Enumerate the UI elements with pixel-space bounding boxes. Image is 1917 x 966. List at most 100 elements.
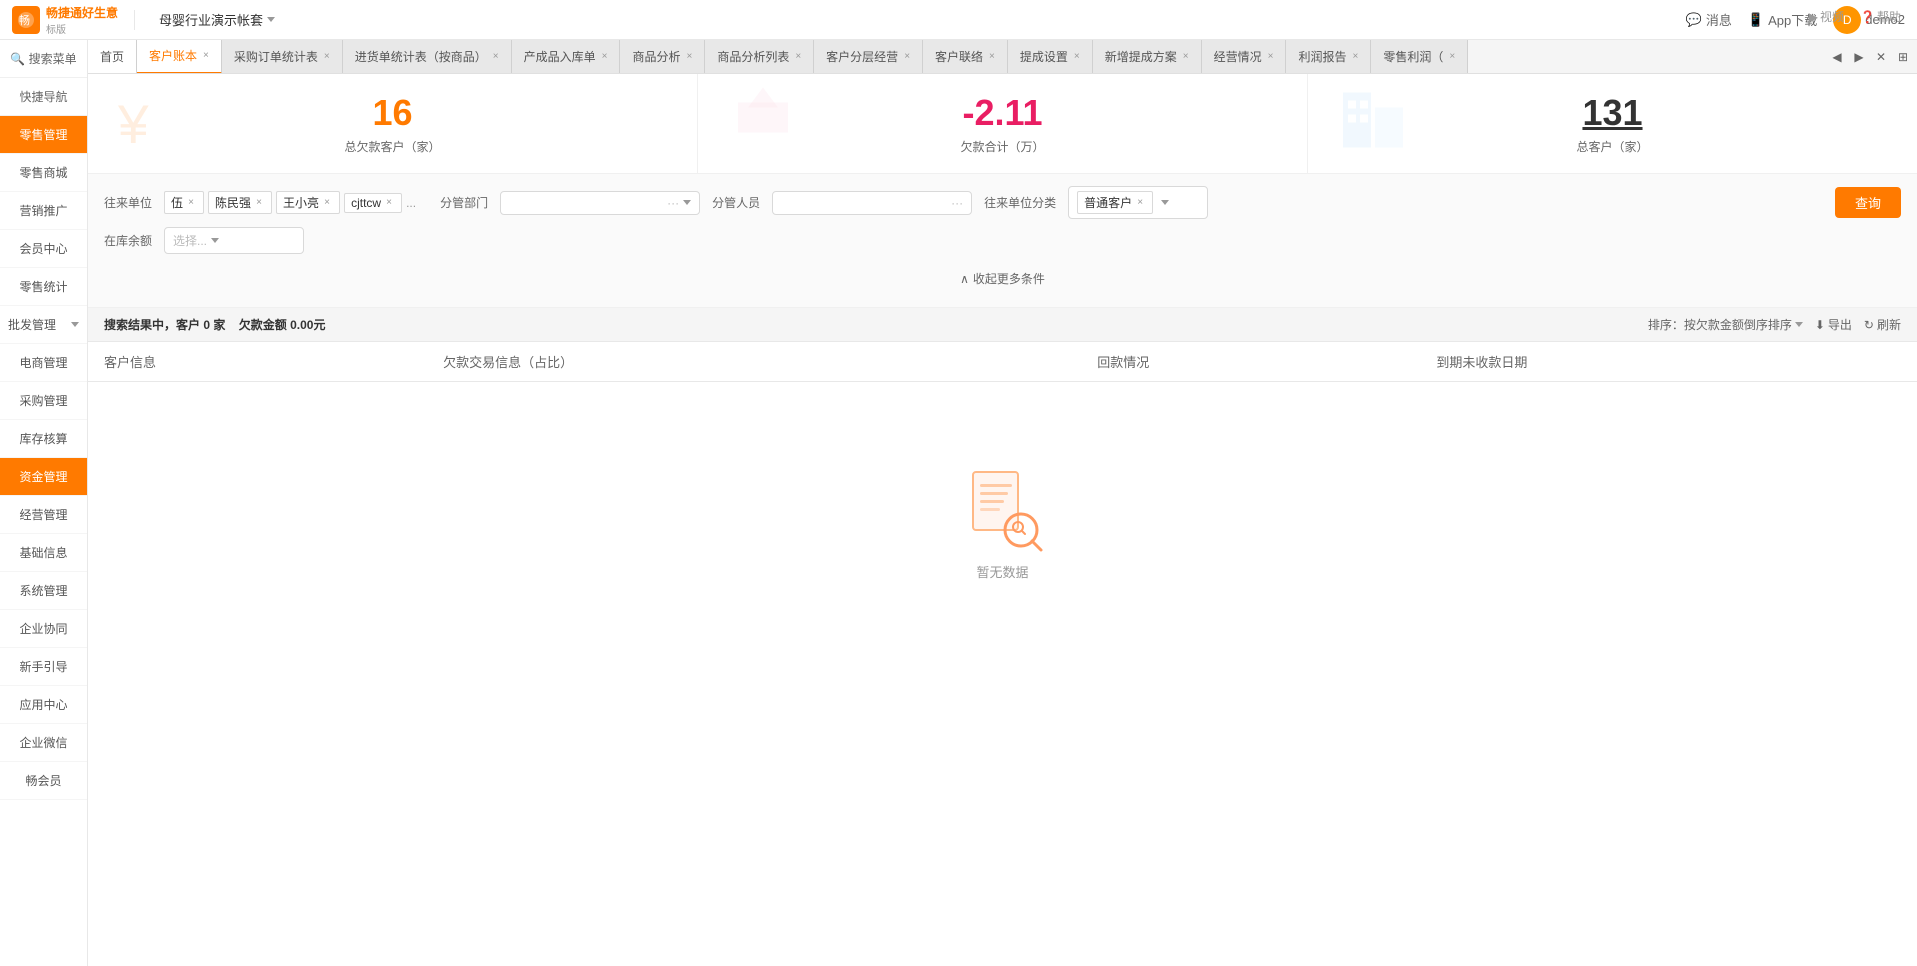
message-btn[interactable]: 💬 消息 [1686,10,1732,29]
filter-dept-select[interactable]: ··· [500,191,700,215]
sidebar-item-member-label: 会员中心 [0,230,87,267]
sidebar-search[interactable]: 🔍 搜索菜单 [0,40,87,78]
filter-tag-wang-label: 王小亮 [283,194,319,211]
collapse-btn[interactable]: ∧ 收起更多条件 [104,266,1901,291]
filter-label-dept: 分管部门 [440,194,488,211]
sidebar-item-vip[interactable]: 畅会员 [0,762,87,800]
app-download-btn[interactable]: 📱 App下载 [1748,10,1817,29]
tab-close-customer-account[interactable]: × [203,50,209,61]
filter-balance-select[interactable]: 选择... [164,227,304,254]
tab-prev-btn[interactable]: ◀ [1827,47,1847,67]
tab-purchase-order-stats[interactable]: 采购订单统计表 × [222,40,343,74]
tab-product-analysis-list[interactable]: 商品分析列表 × [705,40,814,74]
col-due-date: 到期未收款日期 [1420,342,1917,382]
filter-tag-wang-close[interactable]: × [321,197,333,209]
tab-customer-account-label: 客户账本 [149,47,197,64]
sidebar-item-wholesale[interactable]: 批发管理 [0,306,87,344]
tab-close-customer-contact[interactable]: × [989,51,995,62]
sort-selector[interactable]: 排序：按欠款金额倒序排序 [1648,316,1803,333]
sidebar-item-inventory[interactable]: 库存核算 [0,420,87,458]
filter-tag-wu[interactable]: 伍 × [164,191,204,214]
workspace-selector[interactable]: 母婴行业演示帐套 [151,6,283,33]
filter-tag-cjttcw-close[interactable]: × [383,197,395,209]
tab-product-analysis-label: 商品分析 [632,48,680,65]
filter-tag-wu-close[interactable]: × [185,197,197,209]
filter-unit-type-close[interactable]: × [1134,197,1146,209]
sidebar-item-retail-stats[interactable]: 零售统计 [0,268,87,306]
tab-close-cost-inbound[interactable]: × [602,51,608,62]
tab-close-purchase-stats[interactable]: × [493,51,499,62]
tab-purchase-stats-by-product[interactable]: 进货单统计表（按商品） × [343,40,512,74]
sidebar-item-retail-mall[interactable]: 零售商城 [0,154,87,192]
tab-close-new-prompt-plan[interactable]: × [1183,51,1189,62]
tab-purchase-stats-label: 进货单统计表（按商品） [355,48,487,65]
stat-value-total-customers[interactable]: 131 [1582,92,1642,134]
filter-tag-cjttcw[interactable]: cjttcw × [344,193,402,213]
tab-close-prompt-settings[interactable]: × [1074,51,1080,62]
refresh-icon: ↻ [1864,318,1874,332]
tab-prompt-settings[interactable]: 提成设置 × [1008,40,1093,74]
tab-close-all-btn[interactable]: ✕ [1871,47,1891,67]
sidebar-item-capital[interactable]: 资金管理 [0,458,87,496]
filter-unit-type-tag[interactable]: 普通客户 × [1077,191,1153,214]
tab-close-product-analysis[interactable]: × [686,51,692,62]
sidebar-item-purchase[interactable]: 采购管理 [0,382,87,420]
filter-person-select[interactable]: ··· [772,191,972,215]
filter-label-person: 分管人员 [712,194,760,211]
tab-next-btn[interactable]: ▶ [1849,47,1869,67]
sidebar-item-ecommerce-label: 电商管理 [0,344,87,381]
tab-retail-profit[interactable]: 零售利润（ × [1371,40,1468,74]
filter-label-unit-type: 往来单位分类 [984,194,1056,211]
tab-operations[interactable]: 经营情况 × [1202,40,1287,74]
tab-close-retail-profit[interactable]: × [1449,51,1455,62]
search-label: 搜索菜单 [29,52,77,66]
message-icon: 💬 [1686,12,1702,28]
sidebar-item-enterprise-wechat-label: 企业微信 [0,724,87,761]
filter-tag-chen[interactable]: 陈民强 × [208,191,272,214]
search-text: 搜索结果中，客户 [104,318,200,332]
sidebar-item-basic-info[interactable]: 基础信息 [0,534,87,572]
sidebar-item-marketing[interactable]: 营销推广 [0,192,87,230]
sidebar-item-newbie[interactable]: 新手引导 [0,648,87,686]
filter-tag-wu-label: 伍 [171,194,183,211]
query-button[interactable]: 查询 [1835,187,1901,218]
tab-profit-report[interactable]: 利润报告 × [1286,40,1371,74]
filter-unit-type-select[interactable]: 普通客户 × [1068,186,1208,219]
logo-icon: 畅 [12,6,40,34]
sidebar-quick-nav[interactable]: 快捷导航 [0,78,87,116]
main-layout: 🔍 搜索菜单 快捷导航 零售管理 零售商城 营销推广 会员中心 零售统计 批发管… [0,40,1917,966]
tab-maximize-btn[interactable]: ⊞ [1893,47,1913,67]
tab-close-operations[interactable]: × [1268,51,1274,62]
tab-close-product-analysis-list[interactable]: × [795,51,801,62]
tab-close-customer-segment[interactable]: × [904,51,910,62]
stat-item-overdue: -2.11 欠款合计（万） [698,74,1308,173]
results-actions: 排序：按欠款金额倒序排序 ⬇ 导出 ↻ 刷新 [1648,316,1901,333]
sidebar-item-member[interactable]: 会员中心 [0,230,87,268]
filter-more-tags[interactable]: ... [406,196,416,210]
tab-home[interactable]: 首页 [88,40,137,74]
refresh-btn[interactable]: ↻ 刷新 [1864,316,1901,333]
collapse-row: ∧ 收起更多条件 [104,262,1901,295]
sidebar-item-enterprise-collab[interactable]: 企业协同 [0,610,87,648]
sidebar-item-operations[interactable]: 经营管理 [0,496,87,534]
sidebar-item-ecommerce[interactable]: 电商管理 [0,344,87,382]
tab-close-profit-report[interactable]: × [1352,51,1358,62]
sidebar-item-retail-mall-label: 零售商城 [0,154,87,191]
tab-customer-segment[interactable]: 客户分层经营 × [814,40,923,74]
filter-dept-chevron-icon [683,200,691,205]
tab-customer-account[interactable]: 客户账本 × [137,40,222,74]
sidebar-item-retail[interactable]: 零售管理 [0,116,87,154]
tab-close-purchase-order[interactable]: × [324,51,330,62]
tab-new-prompt-plan[interactable]: 新增提成方案 × [1093,40,1202,74]
sidebar-item-system[interactable]: 系统管理 [0,572,87,610]
tab-product-analysis[interactable]: 商品分析 × [620,40,705,74]
sidebar-item-system-label: 系统管理 [0,572,87,609]
filter-tag-wang[interactable]: 王小亮 × [276,191,340,214]
refresh-label: 刷新 [1877,316,1901,333]
filter-tag-chen-close[interactable]: × [253,197,265,209]
sidebar-item-enterprise-wechat[interactable]: 企业微信 [0,724,87,762]
sidebar-item-app-center[interactable]: 应用中心 [0,686,87,724]
tab-customer-contact[interactable]: 客户联络 × [923,40,1008,74]
export-btn[interactable]: ⬇ 导出 [1815,316,1852,333]
tab-cost-inbound[interactable]: 产成品入库单 × [512,40,621,74]
